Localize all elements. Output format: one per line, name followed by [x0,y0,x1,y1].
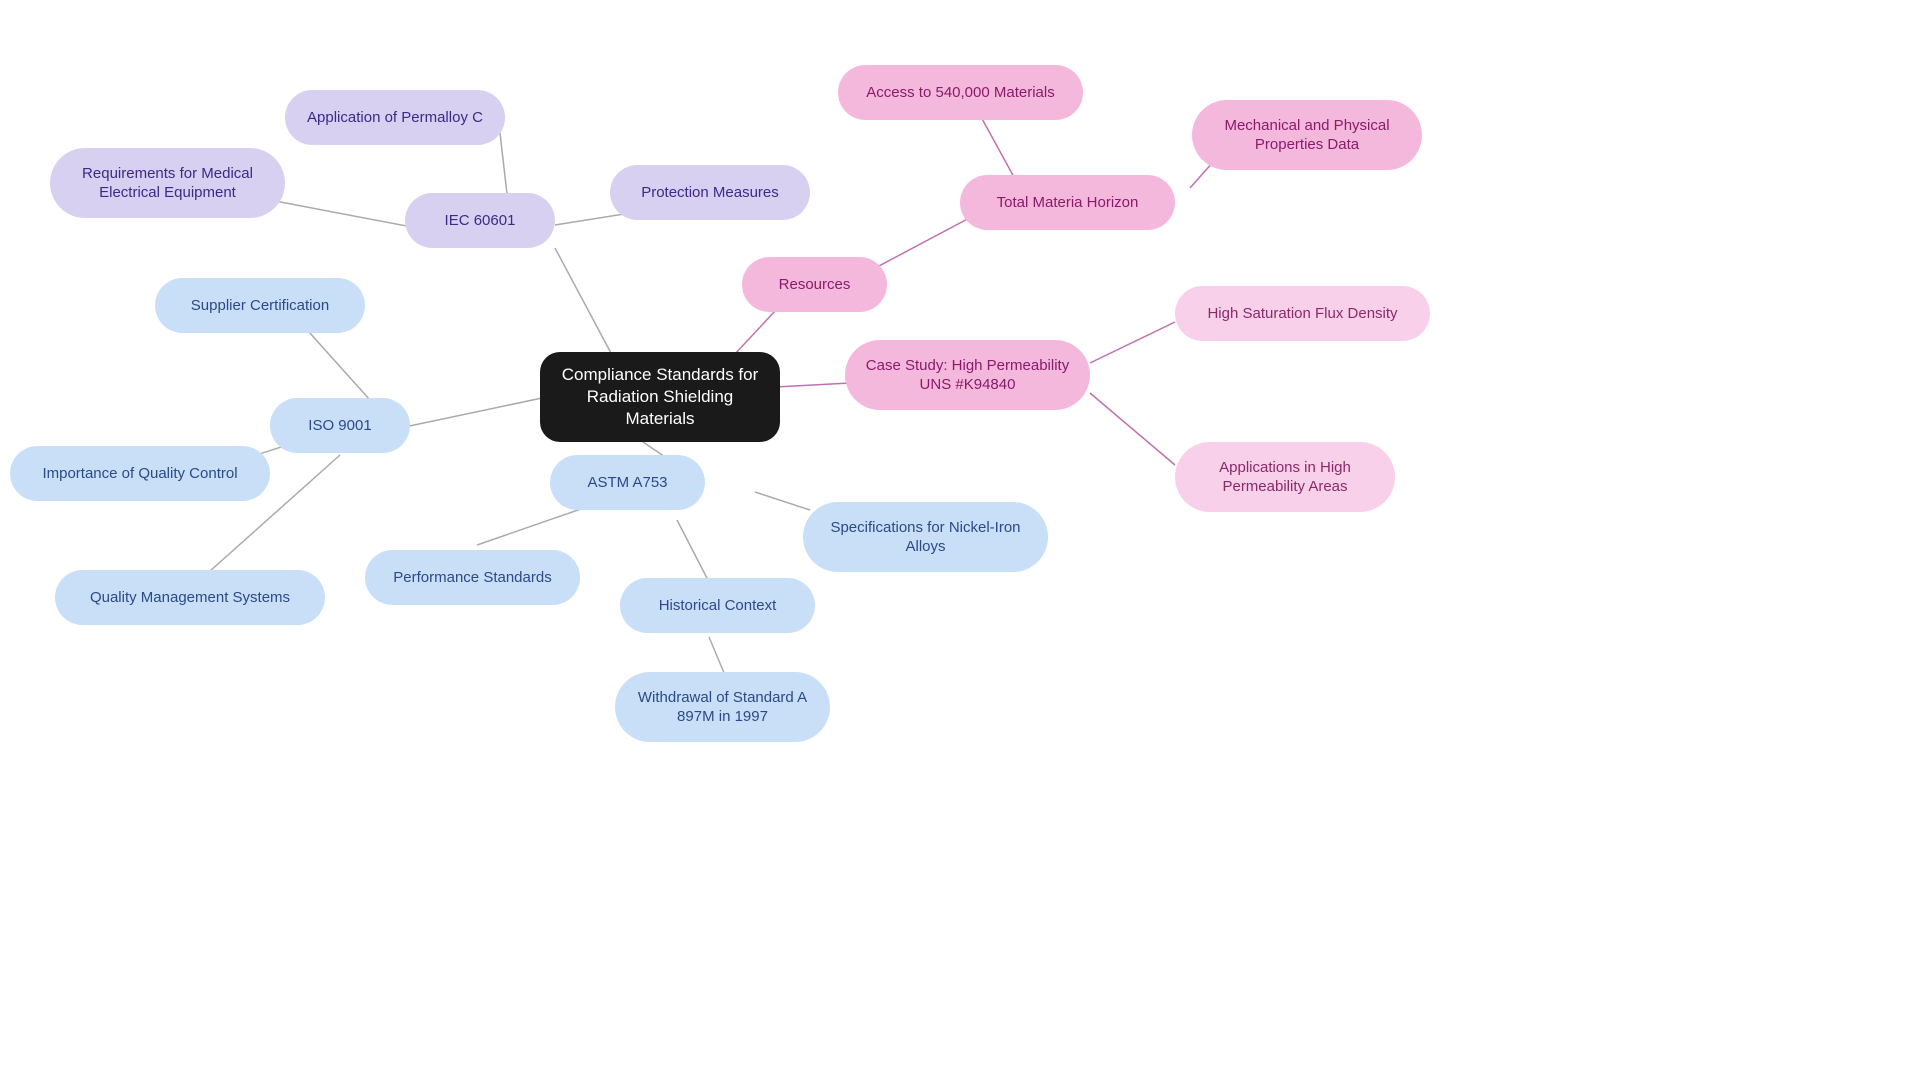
application-permalloy-label: Application of Permalloy C [307,108,483,128]
specs-nickel-iron-node[interactable]: Specifications for Nickel-Iron Alloys [803,502,1048,572]
total-materia-label: Total Materia Horizon [997,193,1139,213]
high-sat-flux-label: High Saturation Flux Density [1207,304,1397,324]
resources-node[interactable]: Resources [742,257,887,312]
historical-context-label: Historical Context [659,596,777,616]
high-sat-flux-node[interactable]: High Saturation Flux Density [1175,286,1430,341]
iec60601-label: IEC 60601 [445,211,516,231]
access-540k-label: Access to 540,000 Materials [866,83,1054,103]
requirements-medical-label: Requirements for Medical Electrical Equi… [70,164,265,203]
performance-standards-node[interactable]: Performance Standards [365,550,580,605]
case-study-label: Case Study: High Permeability UNS #K9484… [865,356,1070,395]
mech-phys-props-label: Mechanical and Physical Properties Data [1212,116,1402,155]
specs-nickel-iron-label: Specifications for Nickel-Iron Alloys [823,518,1028,557]
performance-standards-label: Performance Standards [393,568,551,588]
center-node: Compliance Standards for Radiation Shiel… [540,352,780,442]
total-materia-node[interactable]: Total Materia Horizon [960,175,1175,230]
iec60601-node[interactable]: IEC 60601 [405,193,555,248]
historical-context-node[interactable]: Historical Context [620,578,815,633]
importance-qc-label: Importance of Quality Control [42,464,237,484]
center-label: Compliance Standards for Radiation Shiel… [560,364,760,430]
iso9001-label: ISO 9001 [308,416,371,436]
application-permalloy-node[interactable]: Application of Permalloy C [285,90,505,145]
withdrawal-standard-label: Withdrawal of Standard A 897M in 1997 [635,688,810,727]
applications-high-perm-node[interactable]: Applications in High Permeability Areas [1175,442,1395,512]
astm-a753-label: ASTM A753 [587,473,667,493]
quality-mgmt-label: Quality Management Systems [90,588,290,608]
withdrawal-standard-node[interactable]: Withdrawal of Standard A 897M in 1997 [615,672,830,742]
applications-high-perm-label: Applications in High Permeability Areas [1195,458,1375,497]
resources-label: Resources [779,275,851,295]
importance-qc-node[interactable]: Importance of Quality Control [10,446,270,501]
supplier-cert-label: Supplier Certification [191,296,329,316]
iso9001-node[interactable]: ISO 9001 [270,398,410,453]
requirements-medical-node[interactable]: Requirements for Medical Electrical Equi… [50,148,285,218]
astm-a753-node[interactable]: ASTM A753 [550,455,705,510]
mech-phys-props-node[interactable]: Mechanical and Physical Properties Data [1192,100,1422,170]
supplier-cert-node[interactable]: Supplier Certification [155,278,365,333]
access-540k-node[interactable]: Access to 540,000 Materials [838,65,1083,120]
protection-measures-label: Protection Measures [641,183,779,203]
quality-mgmt-node[interactable]: Quality Management Systems [55,570,325,625]
protection-measures-node[interactable]: Protection Measures [610,165,810,220]
case-study-node[interactable]: Case Study: High Permeability UNS #K9484… [845,340,1090,410]
